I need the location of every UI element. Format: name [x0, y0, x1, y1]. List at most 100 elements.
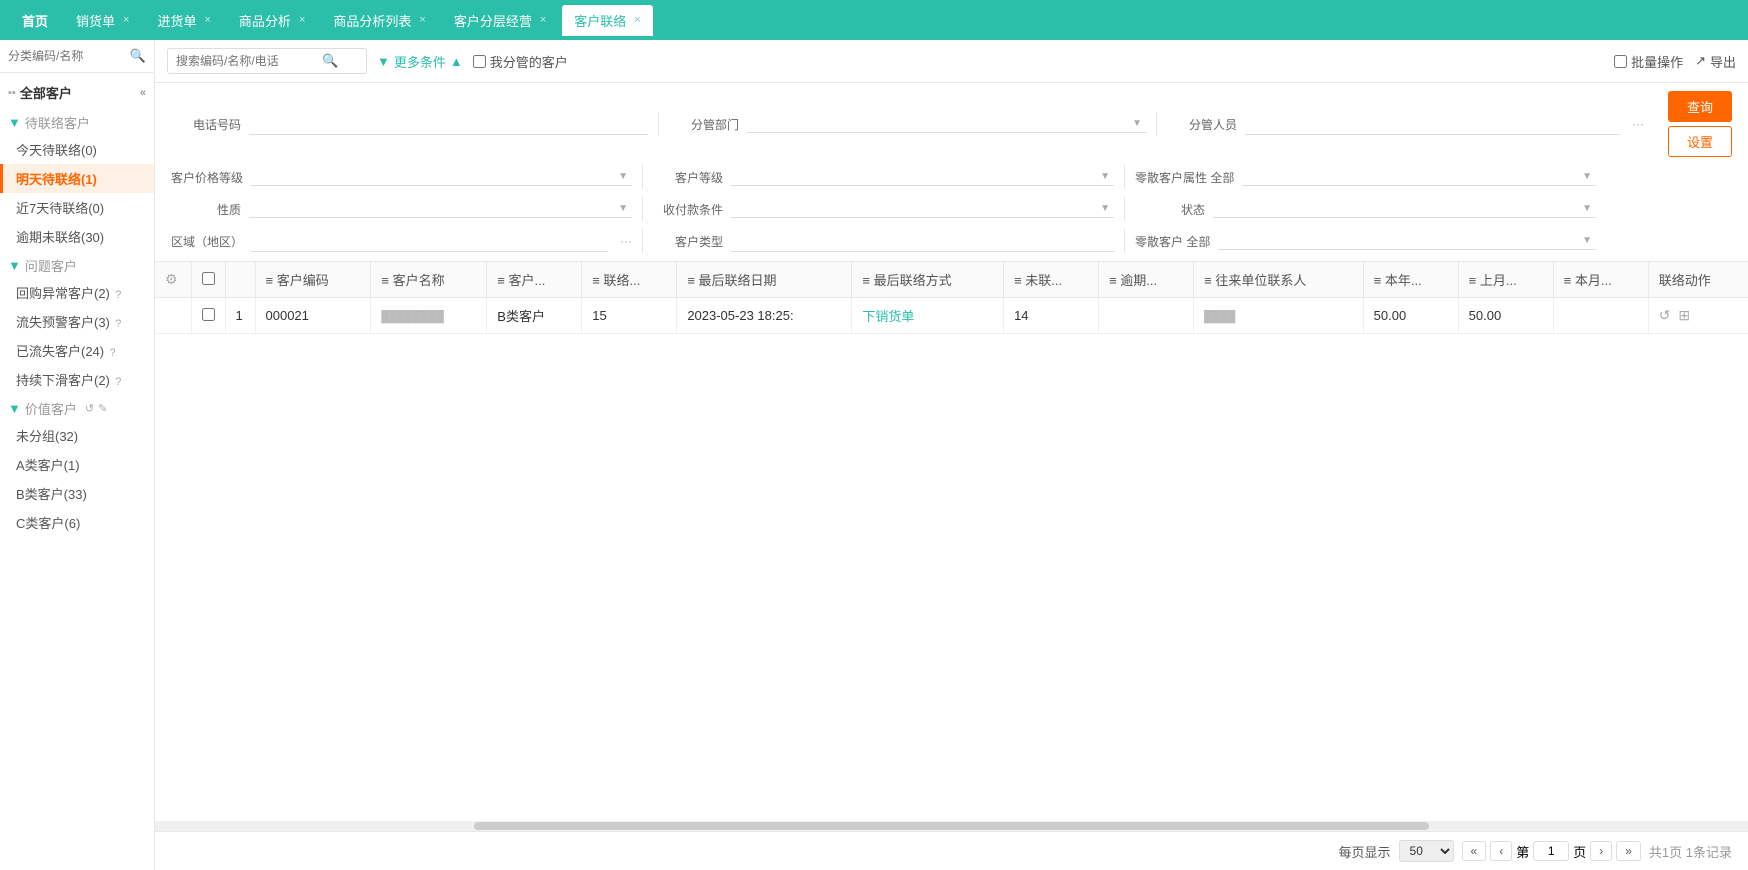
nav-product-list[interactable]: 商品分析列表 ×: [321, 5, 437, 36]
prev-page-btn[interactable]: ‹: [1490, 841, 1512, 861]
payment-select[interactable]: ▼: [731, 200, 1114, 218]
right-actions: 批量操作 ↗ 导出: [1614, 52, 1736, 71]
person-input[interactable]: [1245, 114, 1620, 135]
nav-customer-seg[interactable]: 客户分层经营 ×: [442, 5, 558, 36]
page-prefix: 第: [1516, 842, 1529, 861]
nav-customer-contact[interactable]: 客户联络 ×: [562, 5, 652, 36]
horizontal-scrollbar[interactable]: [155, 821, 1748, 831]
chevron-up-icon: ▲: [450, 54, 463, 69]
filter-cell-retail-cust: 零散客户 全部 ▼: [1135, 232, 1596, 250]
sidebar-item-repurchase[interactable]: 回购异常客户(2) ?: [0, 278, 154, 307]
col-type: ≡ 客户...: [487, 262, 582, 298]
nature-select[interactable]: ▼: [249, 200, 632, 218]
sidebar-item-typeB[interactable]: B类客户(33): [0, 479, 154, 508]
sidebar-value-title: ▼ 价值客户 ↺ ✎: [0, 394, 154, 421]
nav-customer-contact-close[interactable]: ×: [634, 14, 640, 26]
table-row: 1 000021 ████████ B类客户 15 2023-05-23 18:…: [155, 298, 1748, 334]
search-icon[interactable]: 🔍: [322, 53, 338, 69]
nav-product-analysis[interactable]: 商品分析 ×: [227, 5, 317, 36]
page-input[interactable]: [1533, 841, 1569, 861]
retail-cust-select[interactable]: ▼: [1218, 232, 1596, 250]
sidebar-item-losswarning[interactable]: 流失预警客户(3) ?: [0, 307, 154, 336]
sidebar-item-week7[interactable]: 近7天待联络(0): [0, 193, 154, 222]
cust-level-select[interactable]: ▼: [731, 168, 1114, 186]
batch-op-checkbox[interactable]: [1614, 55, 1627, 68]
nav-product-list-close[interactable]: ×: [419, 14, 425, 26]
nav-purchase[interactable]: 进货单 ×: [145, 5, 222, 36]
nav-home[interactable]: 首页: [10, 5, 60, 36]
more-conditions-btn[interactable]: ▼ 更多条件 ▲: [377, 52, 463, 71]
per-page-select[interactable]: 50 100 200: [1399, 840, 1454, 862]
row-checkbox-cell: [191, 298, 225, 334]
search-input[interactable]: [176, 54, 316, 68]
col-not-contacted: ≡ 未联...: [1004, 262, 1099, 298]
sidebar-all-customers[interactable]: ▪▪ 全部客户 «: [0, 77, 154, 108]
filter-cell-cust-type: 客户类型: [653, 231, 1114, 252]
my-customers-checkbox[interactable]: [473, 55, 486, 68]
scrollbar-thumb[interactable]: [474, 822, 1430, 830]
sidebar-item-declining[interactable]: 持续下滑客户(2) ?: [0, 365, 154, 394]
price-level-select[interactable]: ▼: [251, 168, 632, 186]
last-page-btn[interactable]: »: [1616, 841, 1641, 861]
select-all-checkbox[interactable]: [202, 272, 215, 285]
set-button[interactable]: 设置: [1668, 126, 1732, 157]
sidebar-item-overdue[interactable]: 逾期未联络(30): [0, 222, 154, 251]
nav-sales-close[interactable]: ×: [123, 14, 129, 26]
sidebar-item-today[interactable]: 今天待联络(0): [0, 135, 154, 164]
settings-icon[interactable]: ⚙: [165, 271, 178, 287]
last-method-link[interactable]: 下销货单: [862, 309, 914, 324]
payment-label: 收付款条件: [653, 201, 723, 218]
person-dots-icon[interactable]: ···: [1632, 117, 1644, 131]
export-btn[interactable]: ↗ 导出: [1695, 52, 1736, 71]
sidebar-item-lost[interactable]: 已流失客户(24) ?: [0, 336, 154, 365]
retail-attr-select[interactable]: ▼: [1242, 168, 1596, 186]
row-code: 000021: [255, 298, 371, 334]
table-header-row: ⚙ ≡ 客户编码 ≡ 客户名称: [155, 262, 1748, 298]
sidebar-search-area: 🔍: [0, 40, 154, 73]
filter-row-3: 性质 ▼ 收付款条件 ▼ 状态: [171, 197, 1732, 221]
my-customers-filter[interactable]: 我分管的客户: [473, 52, 568, 71]
col-settings[interactable]: ⚙: [155, 262, 191, 298]
row-name: ████████: [371, 298, 487, 334]
refresh-icon[interactable]: ↺: [1659, 307, 1671, 324]
dept-select[interactable]: ▼: [747, 115, 1146, 133]
sidebar-item-ungrouped[interactable]: 未分组(32): [0, 421, 154, 450]
sidebar-item-typeC[interactable]: C类客户(6): [0, 508, 154, 537]
row-this-year: 50.00: [1363, 298, 1458, 334]
col-last-month: ≡ 上月...: [1458, 262, 1553, 298]
status-select[interactable]: ▼: [1213, 200, 1596, 218]
grid-icon[interactable]: ⊞: [1678, 307, 1690, 324]
sidebar-item-typeA[interactable]: A类客户(1): [0, 450, 154, 479]
my-customers-label: 我分管的客户: [490, 52, 568, 71]
next-page-btn[interactable]: ›: [1590, 841, 1612, 861]
dept-chevron-icon: ▼: [1132, 118, 1142, 129]
nav-sales[interactable]: 销货单 ×: [64, 5, 141, 36]
page-nav: « ‹ 第 页 › »: [1462, 841, 1641, 861]
nav-product-analysis-close[interactable]: ×: [299, 14, 305, 26]
adv-filter-panel: 电话号码 分管部门 ▼ 分管人员 ···: [155, 83, 1748, 262]
col-overdue: ≡ 逾期...: [1099, 262, 1194, 298]
row-not-contacted: 14: [1004, 298, 1099, 334]
nav-customer-seg-close[interactable]: ×: [540, 14, 546, 26]
batch-op-btn[interactable]: 批量操作: [1614, 52, 1683, 71]
first-page-btn[interactable]: «: [1462, 841, 1487, 861]
phone-input[interactable]: [249, 114, 648, 135]
filter-cell-phone: 电话号码: [171, 114, 648, 135]
query-button[interactable]: 查询: [1668, 91, 1732, 122]
per-page-label: 每页显示: [1339, 842, 1391, 861]
region-dots-icon[interactable]: ···: [620, 234, 632, 248]
row-action: ↺ ⊞: [1648, 298, 1748, 334]
sidebar-item-tomorrow[interactable]: 明天待联络(1): [0, 164, 154, 193]
sidebar-search-input[interactable]: [8, 49, 126, 63]
region-input[interactable]: [251, 231, 608, 252]
filter-icon: ▼: [377, 54, 390, 69]
col-this-year: ≡ 本年...: [1363, 262, 1458, 298]
cust-type-input[interactable]: [731, 231, 1114, 252]
nav-purchase-close[interactable]: ×: [204, 14, 210, 26]
sidebar-all-customers-label: 全部客户: [20, 83, 72, 102]
sidebar-search-icon[interactable]: 🔍: [130, 48, 146, 64]
row-checkbox[interactable]: [202, 308, 215, 321]
status-chevron-icon: ▼: [1582, 203, 1592, 214]
filter-row-4: 区域（地区） ··· 客户类型 零散客户 全部 ▼: [171, 229, 1732, 253]
payment-chevron-icon: ▼: [1100, 203, 1110, 214]
